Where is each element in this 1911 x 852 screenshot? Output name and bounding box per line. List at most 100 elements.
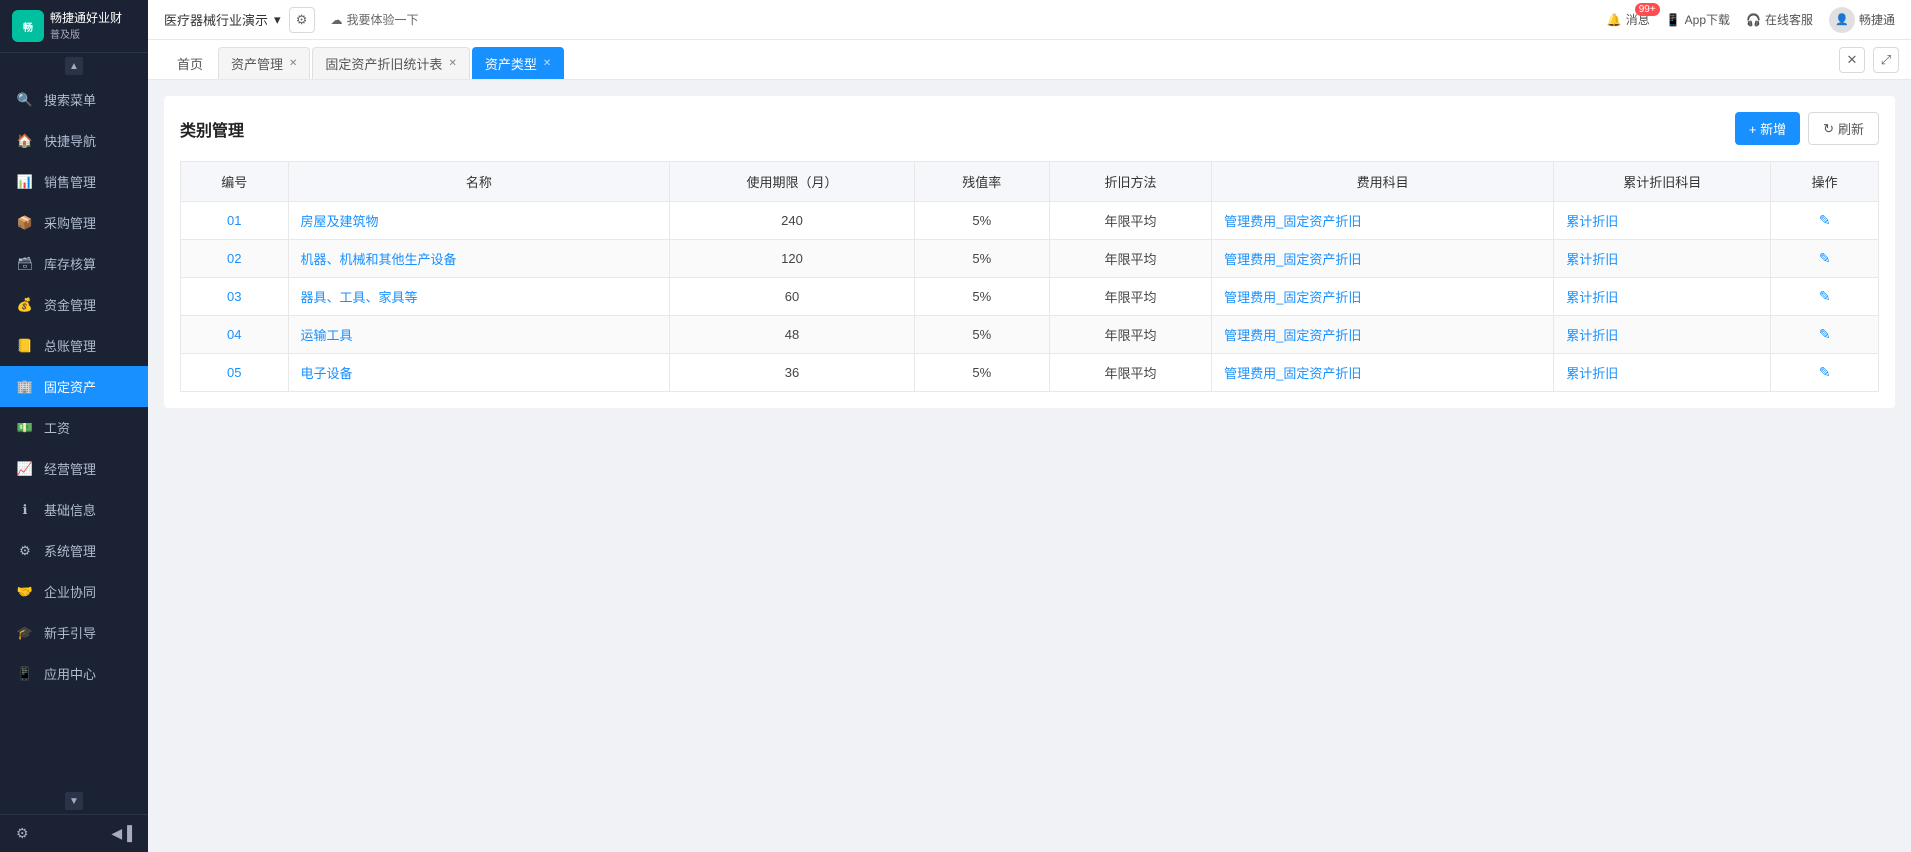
cell-action-3[interactable]: ✎ xyxy=(1771,278,1879,316)
col-accumulated: 累计折旧科目 xyxy=(1554,162,1771,202)
cell-residual-5: 5% xyxy=(914,354,1049,392)
tab-asset-type-label: 资产类型 xyxy=(485,54,537,73)
business-icon: 📈 xyxy=(16,460,34,478)
inventory-icon: 🗃 xyxy=(16,255,34,273)
sidebar-item-app-center[interactable]: 📱 应用中心 xyxy=(0,653,148,694)
topbar-settings-button[interactable]: ⚙ xyxy=(289,7,315,33)
cell-method-5: 年限平均 xyxy=(1049,354,1211,392)
sidebar-item-capital[interactable]: 💰 资金管理 xyxy=(0,284,148,325)
tab-home-label: 首页 xyxy=(177,54,203,73)
tab-asset-mgmt-close[interactable]: ✕ xyxy=(289,58,297,69)
sidebar-item-search[interactable]: 🔍 搜索菜单 xyxy=(0,79,148,120)
sidebar-item-payroll[interactable]: 💵 工资 xyxy=(0,407,148,448)
cell-period-1: 240 xyxy=(670,202,915,240)
table-row: 02 机器、机械和其他生产设备 120 5% 年限平均 管理费用_固定资产折旧 … xyxy=(181,240,1879,278)
sidebar-item-label: 经营管理 xyxy=(44,459,96,478)
tab-depreciation-close[interactable]: ✕ xyxy=(448,58,456,69)
cell-name-1: 房屋及建筑物 xyxy=(288,202,670,240)
page-header-actions: + 新增 ↻ 刷新 xyxy=(1735,112,1879,145)
cell-name-4: 运输工具 xyxy=(288,316,670,354)
payroll-icon: 💵 xyxy=(16,419,34,437)
table-row: 01 房屋及建筑物 240 5% 年限平均 管理费用_固定资产折旧 累计折旧 ✎ xyxy=(181,202,1879,240)
edit-icon[interactable]: ✎ xyxy=(1819,212,1831,228)
sidebar-item-purchase[interactable]: 📦 采购管理 xyxy=(0,202,148,243)
sidebar-item-basic-info[interactable]: ℹ 基础信息 xyxy=(0,489,148,530)
sidebar-item-label: 采购管理 xyxy=(44,213,96,232)
settings-icon[interactable]: ⚙ xyxy=(16,825,29,842)
edit-icon[interactable]: ✎ xyxy=(1819,250,1831,266)
cell-action-2[interactable]: ✎ xyxy=(1771,240,1879,278)
cell-period-3: 60 xyxy=(670,278,915,316)
sidebar-footer: ⚙ ◀▐ xyxy=(0,814,148,852)
table-body: 01 房屋及建筑物 240 5% 年限平均 管理费用_固定资产折旧 累计折旧 ✎… xyxy=(181,202,1879,392)
sidebar-item-ledger[interactable]: 📒 总账管理 xyxy=(0,325,148,366)
col-code: 编号 xyxy=(181,162,289,202)
tab-asset-type-close[interactable]: ✕ xyxy=(543,58,551,69)
sidebar-item-label: 工资 xyxy=(44,418,70,437)
user-profile-button[interactable]: 👤 畅捷通 xyxy=(1829,7,1895,33)
cell-action-1[interactable]: ✎ xyxy=(1771,202,1879,240)
experience-button[interactable]: ☁ 我要体验一下 xyxy=(323,7,427,32)
close-tab-button[interactable]: ✕ xyxy=(1839,47,1865,73)
fixed-assets-icon: 🏢 xyxy=(16,378,34,396)
sidebar-item-label: 快捷导航 xyxy=(44,131,96,150)
app-download-button[interactable]: 📱 App下载 xyxy=(1666,11,1730,28)
cell-action-4[interactable]: ✎ xyxy=(1771,316,1879,354)
cell-expense-4: 管理费用_固定资产折旧 xyxy=(1212,316,1554,354)
col-action: 操作 xyxy=(1771,162,1879,202)
capital-icon: 💰 xyxy=(16,296,34,314)
app-logo-sub: 普及版 xyxy=(50,26,122,41)
basic-info-icon: ℹ xyxy=(16,501,34,519)
col-method: 折旧方法 xyxy=(1049,162,1211,202)
expand-tab-button[interactable]: ⤢ xyxy=(1873,47,1899,73)
edit-icon[interactable]: ✎ xyxy=(1819,326,1831,342)
tab-depreciation[interactable]: 固定资产折旧统计表 ✕ xyxy=(312,47,469,79)
refresh-button[interactable]: ↻ 刷新 xyxy=(1808,112,1879,145)
cell-residual-2: 5% xyxy=(914,240,1049,278)
headset-icon: 🎧 xyxy=(1746,13,1761,27)
edit-icon[interactable]: ✎ xyxy=(1819,364,1831,380)
sidebar-item-quick-nav[interactable]: 🏠 快捷导航 xyxy=(0,120,148,161)
online-service-label: 在线客服 xyxy=(1765,11,1813,28)
app-logo-text: 畅捷通好业财 xyxy=(50,11,122,27)
sidebar-item-sales[interactable]: 📊 销售管理 xyxy=(0,161,148,202)
tab-home[interactable]: 首页 xyxy=(164,47,216,79)
cell-residual-3: 5% xyxy=(914,278,1049,316)
ledger-icon: 📒 xyxy=(16,337,34,355)
table-row: 03 器具、工具、家具等 60 5% 年限平均 管理费用_固定资产折旧 累计折旧… xyxy=(181,278,1879,316)
phone-icon: 📱 xyxy=(1666,13,1681,27)
sidebar-item-fixed-assets[interactable]: 🏢 固定资产 xyxy=(0,366,148,407)
bell-icon: 🔔 xyxy=(1607,13,1622,27)
sidebar-item-label: 总账管理 xyxy=(44,336,96,355)
sales-icon: 📊 xyxy=(16,173,34,191)
page-content: 类别管理 + 新增 ↻ 刷新 编号 名称 使用期限（月） 残值率 xyxy=(148,80,1911,852)
sidebar-item-business[interactable]: 📈 经营管理 xyxy=(0,448,148,489)
sidebar-item-enterprise[interactable]: 🤝 企业协同 xyxy=(0,571,148,612)
cell-method-2: 年限平均 xyxy=(1049,240,1211,278)
tab-asset-mgmt[interactable]: 资产管理 ✕ xyxy=(218,47,310,79)
tab-asset-type[interactable]: 资产类型 ✕ xyxy=(472,47,564,79)
sidebar-scroll-down[interactable]: ▼ xyxy=(65,792,83,810)
page-card: 类别管理 + 新增 ↻ 刷新 编号 名称 使用期限（月） 残值率 xyxy=(164,96,1895,408)
topbar: 医疗器械行业演示 ▾ ⚙ ☁ 我要体验一下 🔔 99+ 消息 📱 App下载 xyxy=(148,0,1911,40)
notifications-button[interactable]: 🔔 99+ 消息 xyxy=(1607,11,1650,28)
page-header: 类别管理 + 新增 ↻ 刷新 xyxy=(180,112,1879,145)
cell-action-5[interactable]: ✎ xyxy=(1771,354,1879,392)
sidebar-scroll-up[interactable]: ▲ xyxy=(65,57,83,75)
sidebar-item-system[interactable]: ⚙ 系统管理 xyxy=(0,530,148,571)
tabs-bar: 首页 资产管理 ✕ 固定资产折旧统计表 ✕ 资产类型 ✕ ✕ ⤢ xyxy=(148,40,1911,80)
new-button[interactable]: + 新增 xyxy=(1735,112,1800,145)
sidebar-logo: 畅 畅捷通好业财 普及版 xyxy=(0,0,148,53)
sidebar-item-guide[interactable]: 🎓 新手引导 xyxy=(0,612,148,653)
collapse-icon[interactable]: ◀▐ xyxy=(111,825,132,842)
online-service-button[interactable]: 🎧 在线客服 xyxy=(1746,11,1813,28)
table-header: 编号 名称 使用期限（月） 残值率 折旧方法 费用科目 累计折旧科目 操作 xyxy=(181,162,1879,202)
sidebar-item-inventory[interactable]: 🗃 库存核算 xyxy=(0,243,148,284)
col-period: 使用期限（月） xyxy=(670,162,915,202)
category-table: 编号 名称 使用期限（月） 残值率 折旧方法 费用科目 累计折旧科目 操作 01… xyxy=(180,161,1879,392)
company-selector[interactable]: 医疗器械行业演示 ▾ xyxy=(164,10,281,29)
sidebar-item-label: 企业协同 xyxy=(44,582,96,601)
cell-name-3: 器具、工具、家具等 xyxy=(288,278,670,316)
edit-icon[interactable]: ✎ xyxy=(1819,288,1831,304)
cell-period-4: 48 xyxy=(670,316,915,354)
